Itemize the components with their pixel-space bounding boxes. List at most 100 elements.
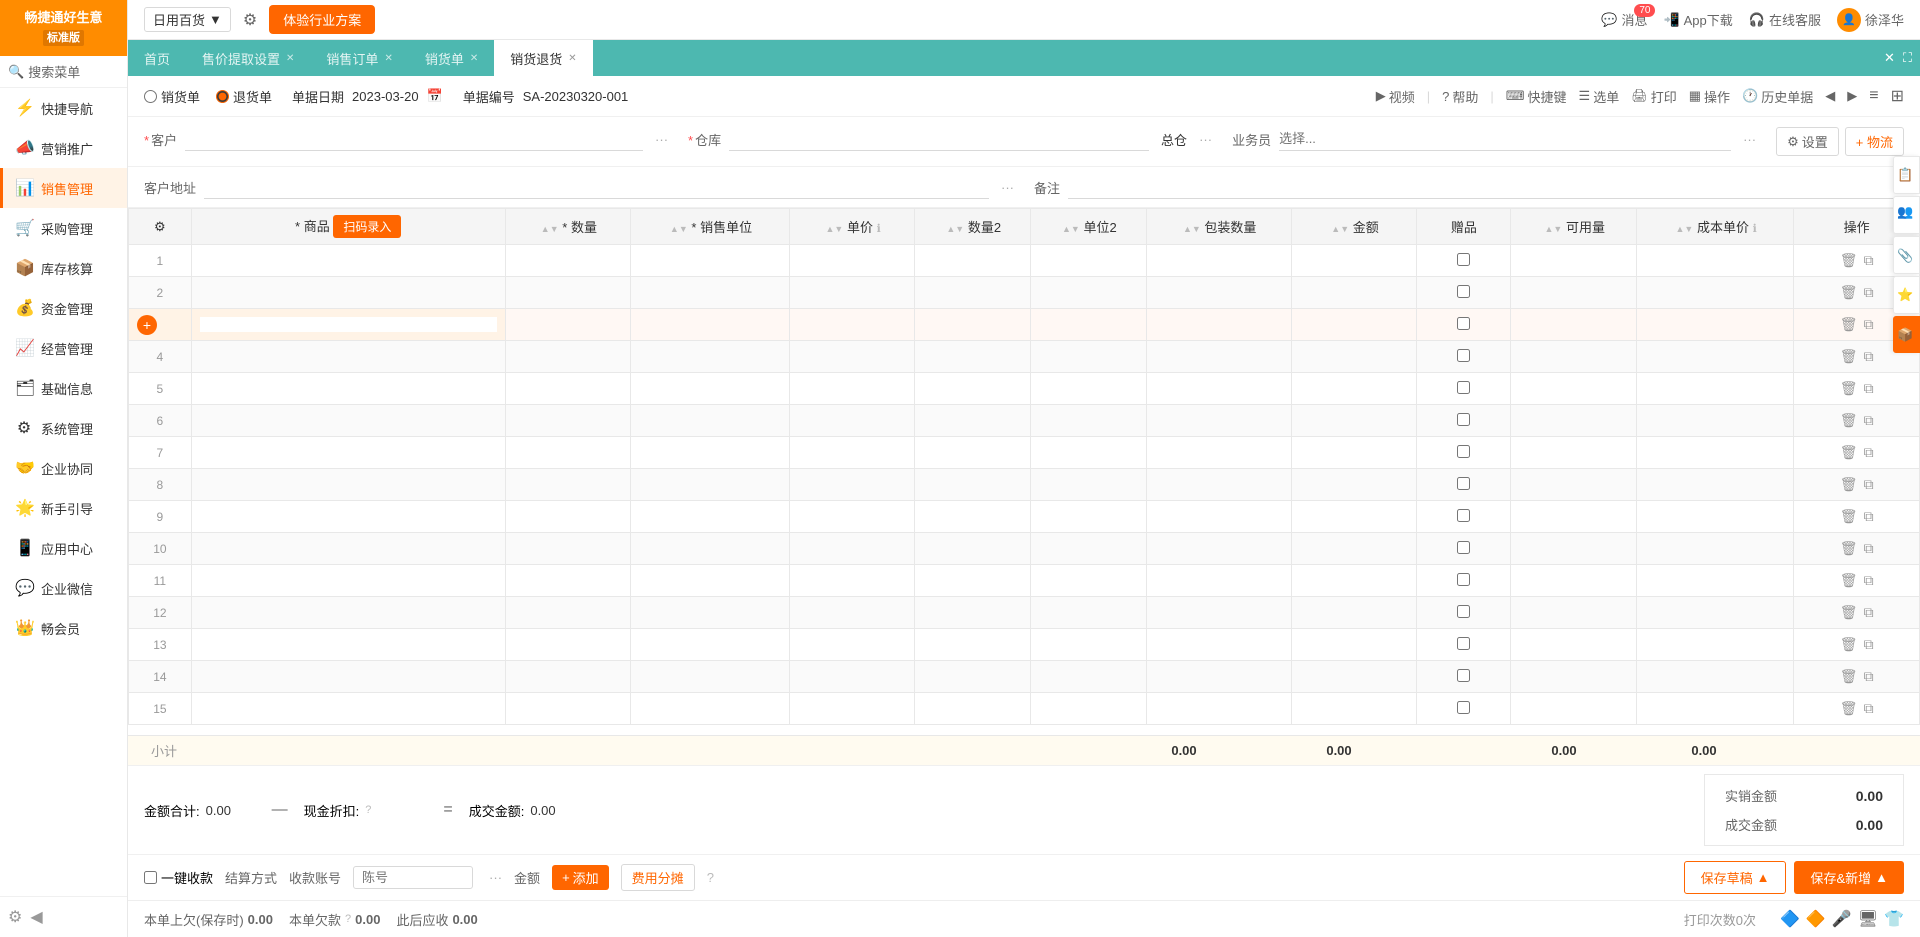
taskbar-icon-3[interactable]: 🎤: [1832, 909, 1852, 929]
available-cell[interactable]: [1511, 565, 1637, 597]
data-cell[interactable]: [915, 469, 1031, 501]
data-cell[interactable]: [1291, 565, 1417, 597]
available-cell[interactable]: [1511, 629, 1637, 661]
data-cell[interactable]: [505, 629, 631, 661]
copy-row-icon[interactable]: ⧉: [1864, 636, 1874, 653]
data-cell[interactable]: [1031, 597, 1147, 629]
sidebar-item-basic[interactable]: 🗂 基础信息: [0, 368, 127, 408]
product-cell[interactable]: [191, 501, 505, 533]
gift-cell[interactable]: [1417, 373, 1511, 405]
gift-cell[interactable]: [1417, 533, 1511, 565]
data-cell[interactable]: [631, 597, 790, 629]
data-cell[interactable]: [1146, 629, 1291, 661]
data-cell[interactable]: [789, 501, 915, 533]
data-cell[interactable]: [789, 661, 915, 693]
right-btn-3[interactable]: 📎: [1893, 236, 1920, 274]
data-cell[interactable]: [789, 533, 915, 565]
gift-cell[interactable]: [1417, 405, 1511, 437]
data-cell[interactable]: [1146, 469, 1291, 501]
data-cell[interactable]: [1291, 245, 1417, 277]
radio-sales[interactable]: 销货单: [144, 87, 200, 106]
data-cell[interactable]: [631, 277, 790, 309]
cost-price-cell[interactable]: [1636, 629, 1793, 661]
data-cell[interactable]: [631, 629, 790, 661]
product-cell[interactable]: [191, 693, 505, 725]
gift-checkbox[interactable]: [1457, 509, 1470, 522]
data-cell[interactable]: [915, 373, 1031, 405]
discount-help-icon[interactable]: ?: [365, 804, 371, 816]
prev-record-icon[interactable]: ◀: [1825, 88, 1835, 104]
gift-checkbox[interactable]: [1457, 413, 1470, 426]
operate-btn[interactable]: ▦ 操作: [1689, 87, 1730, 106]
delete-row-icon[interactable]: 🗑: [1840, 668, 1858, 685]
radio-return[interactable]: 退货单: [216, 87, 272, 106]
copy-row-icon[interactable]: ⧉: [1864, 604, 1874, 621]
tab-price-settings-close[interactable]: ✕: [286, 53, 294, 64]
data-cell[interactable]: [505, 309, 631, 341]
data-cell[interactable]: [1031, 661, 1147, 693]
data-cell[interactable]: [1146, 373, 1291, 405]
gift-cell[interactable]: [1417, 469, 1511, 501]
cost-price-cell[interactable]: [1636, 597, 1793, 629]
cost-price-cell[interactable]: [1636, 533, 1793, 565]
data-cell[interactable]: [789, 341, 915, 373]
data-cell[interactable]: [1291, 533, 1417, 565]
data-cell[interactable]: [505, 373, 631, 405]
topbar-settings-icon[interactable]: ⚙: [243, 10, 257, 30]
data-cell[interactable]: [1291, 469, 1417, 501]
data-cell[interactable]: [505, 565, 631, 597]
data-cell[interactable]: [789, 437, 915, 469]
copy-row-icon[interactable]: ⧉: [1864, 508, 1874, 525]
right-btn-2[interactable]: 👥: [1893, 196, 1920, 234]
cost-price-cell[interactable]: [1636, 469, 1793, 501]
data-cell[interactable]: [789, 693, 915, 725]
cost-price-cell[interactable]: [1636, 373, 1793, 405]
sidebar-item-finance[interactable]: 💰 资金管理: [0, 288, 127, 328]
product-input[interactable]: [200, 317, 497, 332]
data-cell[interactable]: [1146, 437, 1291, 469]
logistics-button[interactable]: + 物流: [1845, 127, 1904, 156]
data-cell[interactable]: [1031, 437, 1147, 469]
right-btn-1[interactable]: 📋: [1893, 156, 1920, 194]
scan-button[interactable]: 扫码录入: [333, 215, 401, 238]
data-cell[interactable]: [631, 501, 790, 533]
copy-row-icon[interactable]: ⧉: [1864, 316, 1874, 333]
cost-price-cell[interactable]: [1636, 341, 1793, 373]
data-cell[interactable]: [789, 277, 915, 309]
data-cell[interactable]: [1031, 469, 1147, 501]
sidebar-item-quick-nav[interactable]: ⚡ 快捷导航: [0, 88, 127, 128]
data-cell[interactable]: [915, 405, 1031, 437]
available-cell[interactable]: [1511, 437, 1637, 469]
product-cell[interactable]: [191, 469, 505, 501]
select-btn[interactable]: ☰ 选单: [1579, 87, 1620, 106]
radio-return-input[interactable]: [216, 90, 229, 103]
gift-cell[interactable]: [1417, 597, 1511, 629]
cost-price-cell[interactable]: [1636, 661, 1793, 693]
calendar-icon[interactable]: 📅: [427, 88, 443, 104]
industry-selector[interactable]: 日用百货 ▼: [144, 7, 231, 32]
data-cell[interactable]: [631, 469, 790, 501]
gift-cell[interactable]: [1417, 437, 1511, 469]
data-cell[interactable]: [1031, 373, 1147, 405]
gift-cell[interactable]: [1417, 629, 1511, 661]
gift-checkbox[interactable]: [1457, 669, 1470, 682]
data-cell[interactable]: [1291, 373, 1417, 405]
one-click-checkbox-input[interactable]: [144, 871, 157, 884]
data-cell[interactable]: [1291, 661, 1417, 693]
warehouse-lookup-icon[interactable]: ···: [1199, 132, 1212, 147]
data-cell[interactable]: [1146, 309, 1291, 341]
copy-row-icon[interactable]: ⧉: [1864, 444, 1874, 461]
cost-price-cell[interactable]: [1636, 565, 1793, 597]
delete-row-icon[interactable]: 🗑: [1840, 700, 1858, 717]
delete-row-icon[interactable]: 🗑: [1840, 284, 1858, 301]
gift-cell[interactable]: [1417, 245, 1511, 277]
cost-price-cell[interactable]: [1636, 693, 1793, 725]
warehouse-input[interactable]: [729, 127, 1149, 151]
help-action-btn[interactable]: ? 帮助: [1442, 87, 1478, 106]
product-cell[interactable]: [191, 597, 505, 629]
data-cell[interactable]: [789, 405, 915, 437]
data-cell[interactable]: [631, 373, 790, 405]
data-cell[interactable]: [1031, 693, 1147, 725]
data-cell[interactable]: [789, 245, 915, 277]
data-cell[interactable]: [1291, 629, 1417, 661]
